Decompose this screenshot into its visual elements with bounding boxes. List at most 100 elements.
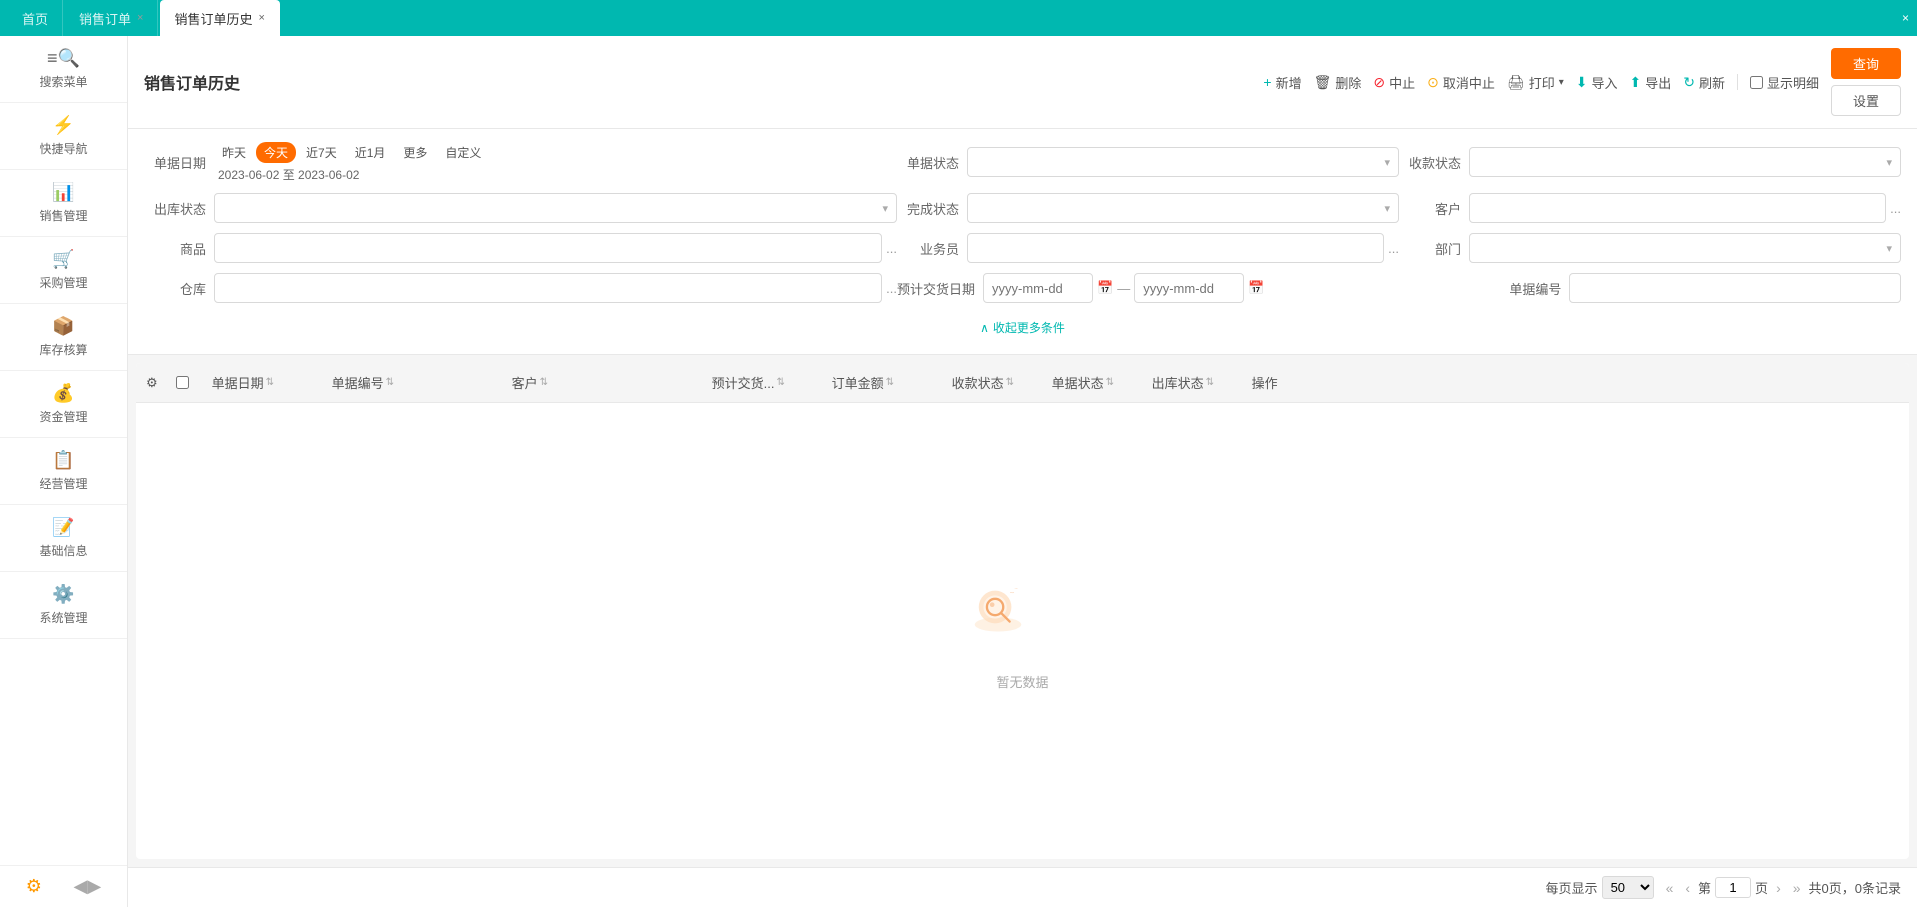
query-button[interactable]: 查询 (1831, 48, 1901, 79)
import-label: 导入 (1591, 73, 1617, 92)
th-amount[interactable]: 订单金额 ⇅ (824, 373, 944, 392)
goods-dots[interactable]: ... (886, 241, 897, 256)
date-btn-custom[interactable]: 自定义 (437, 141, 489, 164)
sidebar-item-basic-info[interactable]: 📝 基础信息 (0, 505, 127, 572)
collapse-row[interactable]: ∧ 收起更多条件 (144, 313, 1901, 342)
collapse-label: 收起更多条件 (993, 319, 1065, 336)
stop-button[interactable]: ⊘ 中止 (1373, 73, 1415, 92)
salesperson-input[interactable] (967, 233, 1384, 263)
sidebar-item-ops-mgmt[interactable]: 📋 经营管理 (0, 438, 127, 505)
tab-sales-order-history-close[interactable]: × (258, 12, 264, 24)
calendar-to-icon[interactable]: 📅 (1248, 280, 1264, 296)
th-no-sort-icon: ⇅ (386, 377, 394, 388)
delete-icon: 🗑 (1314, 74, 1332, 91)
th-recv-status[interactable]: 收款状态 ⇅ (944, 373, 1044, 392)
print-button[interactable]: 🖨 打印 ▾ (1507, 73, 1564, 92)
calendar-from-icon[interactable]: 📅 (1097, 280, 1113, 296)
delete-button[interactable]: 🗑 删除 (1314, 73, 1362, 92)
sidebar-collapse-icon[interactable]: ◀▶ (74, 876, 102, 897)
customer-dots[interactable]: ... (1890, 201, 1901, 216)
first-page-button[interactable]: « (1662, 880, 1678, 896)
date-btn-today[interactable]: 今天 (256, 142, 296, 163)
sidebar-item-sys-mgmt[interactable]: ⚙️ 系统管理 (0, 572, 127, 639)
out-status-label: 出库状态 (144, 199, 214, 218)
page-size-dropdown[interactable]: 50 10 20 100 (1602, 876, 1654, 899)
th-customer[interactable]: 客户 ⇅ (504, 373, 704, 392)
th-checkbox[interactable] (168, 376, 204, 389)
department-select[interactable]: ▾ (1469, 233, 1901, 263)
export-icon: ⬆ (1629, 74, 1641, 91)
sidebar-item-fund-mgmt-label: 资金管理 (39, 408, 87, 425)
date-btn-7days[interactable]: 近7天 (298, 141, 345, 164)
date-btn-1month[interactable]: 近1月 (347, 141, 394, 164)
delivery-date-to[interactable] (1134, 273, 1244, 303)
th-out-status[interactable]: 出库状态 ⇅ (1144, 373, 1244, 392)
th-amount-sort-icon: ⇅ (886, 377, 894, 388)
th-action-label: 操作 (1252, 373, 1278, 392)
date-btn-more[interactable]: 更多 (395, 141, 435, 164)
delivery-date-from[interactable] (983, 273, 1093, 303)
sidebar-item-search-menu[interactable]: ≡🔍 搜索菜单 (0, 36, 127, 103)
bill-status-select[interactable]: ▾ (967, 147, 1399, 177)
settings-button[interactable]: 设置 (1831, 85, 1901, 116)
sidebar-item-quick-nav[interactable]: ⚡ 快捷导航 (0, 103, 127, 170)
warehouse-dots[interactable]: ... (886, 281, 897, 296)
out-status-select[interactable]: ▾ (214, 193, 897, 223)
tab-sales-order[interactable]: 销售订单 × (65, 0, 158, 36)
sidebar-item-sales-mgmt[interactable]: 📊 销售管理 (0, 170, 127, 237)
next-page-button[interactable]: › (1772, 880, 1785, 896)
tab-sales-order-close[interactable]: × (137, 12, 143, 24)
th-no[interactable]: 单据编号 ⇅ (324, 373, 504, 392)
th-date[interactable]: 单据日期 ⇅ (204, 373, 324, 392)
select-all-checkbox[interactable] (176, 376, 189, 389)
tab-home[interactable]: 首页 (8, 0, 63, 36)
tab-list: 首页 销售订单 × 销售订单历史 × (8, 0, 1902, 36)
delivery-date-label: 预计交货日期 (897, 279, 983, 298)
prev-page-button[interactable]: ‹ (1681, 880, 1694, 896)
warehouse-input[interactable] (214, 273, 882, 303)
export-label: 导出 (1645, 73, 1671, 92)
recv-status-select[interactable]: ▾ (1469, 147, 1901, 177)
page-input[interactable] (1715, 877, 1751, 898)
sidebar-item-fund-mgmt[interactable]: 💰 资金管理 (0, 371, 127, 438)
export-button[interactable]: ⬆ 导出 (1629, 73, 1671, 92)
sidebar-item-purchase-mgmt[interactable]: 🛒 采购管理 (0, 237, 127, 304)
th-settings[interactable]: ⚙ (136, 375, 168, 391)
bill-status-label: 单据状态 (897, 153, 967, 172)
show-columns-checkbox[interactable]: 显示明细 (1750, 73, 1819, 92)
fund-mgmt-icon: 💰 (52, 383, 74, 404)
complete-status-select[interactable]: ▾ (967, 193, 1399, 223)
show-columns-input[interactable] (1750, 76, 1763, 89)
th-bill-status[interactable]: 单据状态 ⇅ (1044, 373, 1144, 392)
sidebar-settings-icon[interactable]: ⚙ (26, 876, 42, 897)
import-button[interactable]: ⬇ 导入 (1576, 73, 1618, 92)
search-menu-icon: ≡🔍 (47, 48, 80, 69)
date-btn-yesterday[interactable]: 昨天 (214, 141, 254, 164)
page-header: 销售订单历史 + 新增 🗑 删除 ⊘ 中止 ⊙ 取消中止 (128, 36, 1917, 129)
bill-status-control: ▾ (967, 147, 1399, 177)
date-buttons: 昨天 今天 近7天 近1月 更多 自定义 (214, 141, 489, 164)
close-all-button[interactable]: × (1902, 11, 1909, 25)
th-delivery[interactable]: 预计交货... ⇅ (704, 373, 824, 392)
new-label: 新增 (1276, 73, 1302, 92)
th-out-status-sort-icon: ⇅ (1206, 377, 1214, 388)
salesperson-dots[interactable]: ... (1388, 241, 1399, 256)
new-button[interactable]: + 新增 (1263, 73, 1301, 92)
sidebar-item-inventory-calc[interactable]: 📦 库存核算 (0, 304, 127, 371)
bill-status-chevron: ▾ (1384, 156, 1390, 169)
last-page-button[interactable]: » (1789, 880, 1805, 896)
customer-input[interactable] (1469, 193, 1886, 223)
bill-no-input[interactable] (1569, 273, 1901, 303)
goods-control: ... (214, 233, 897, 263)
goods-input[interactable] (214, 233, 882, 263)
page-title: 销售订单历史 (144, 70, 240, 94)
quick-nav-icon: ⚡ (52, 115, 74, 136)
date-section: 昨天 今天 近7天 近1月 更多 自定义 2023-06-02 至 2023-0… (214, 141, 489, 183)
cancel-stop-button[interactable]: ⊙ 取消中止 (1427, 73, 1495, 92)
empty-text: 暂无数据 (996, 672, 1048, 691)
stop-label: 中止 (1389, 73, 1415, 92)
recv-status-control: ▾ (1469, 147, 1901, 177)
refresh-button[interactable]: ↻ 刷新 (1683, 73, 1725, 92)
tab-sales-order-history[interactable]: 销售订单历史 × (160, 0, 279, 36)
th-recv-status-sort-icon: ⇅ (1006, 377, 1014, 388)
